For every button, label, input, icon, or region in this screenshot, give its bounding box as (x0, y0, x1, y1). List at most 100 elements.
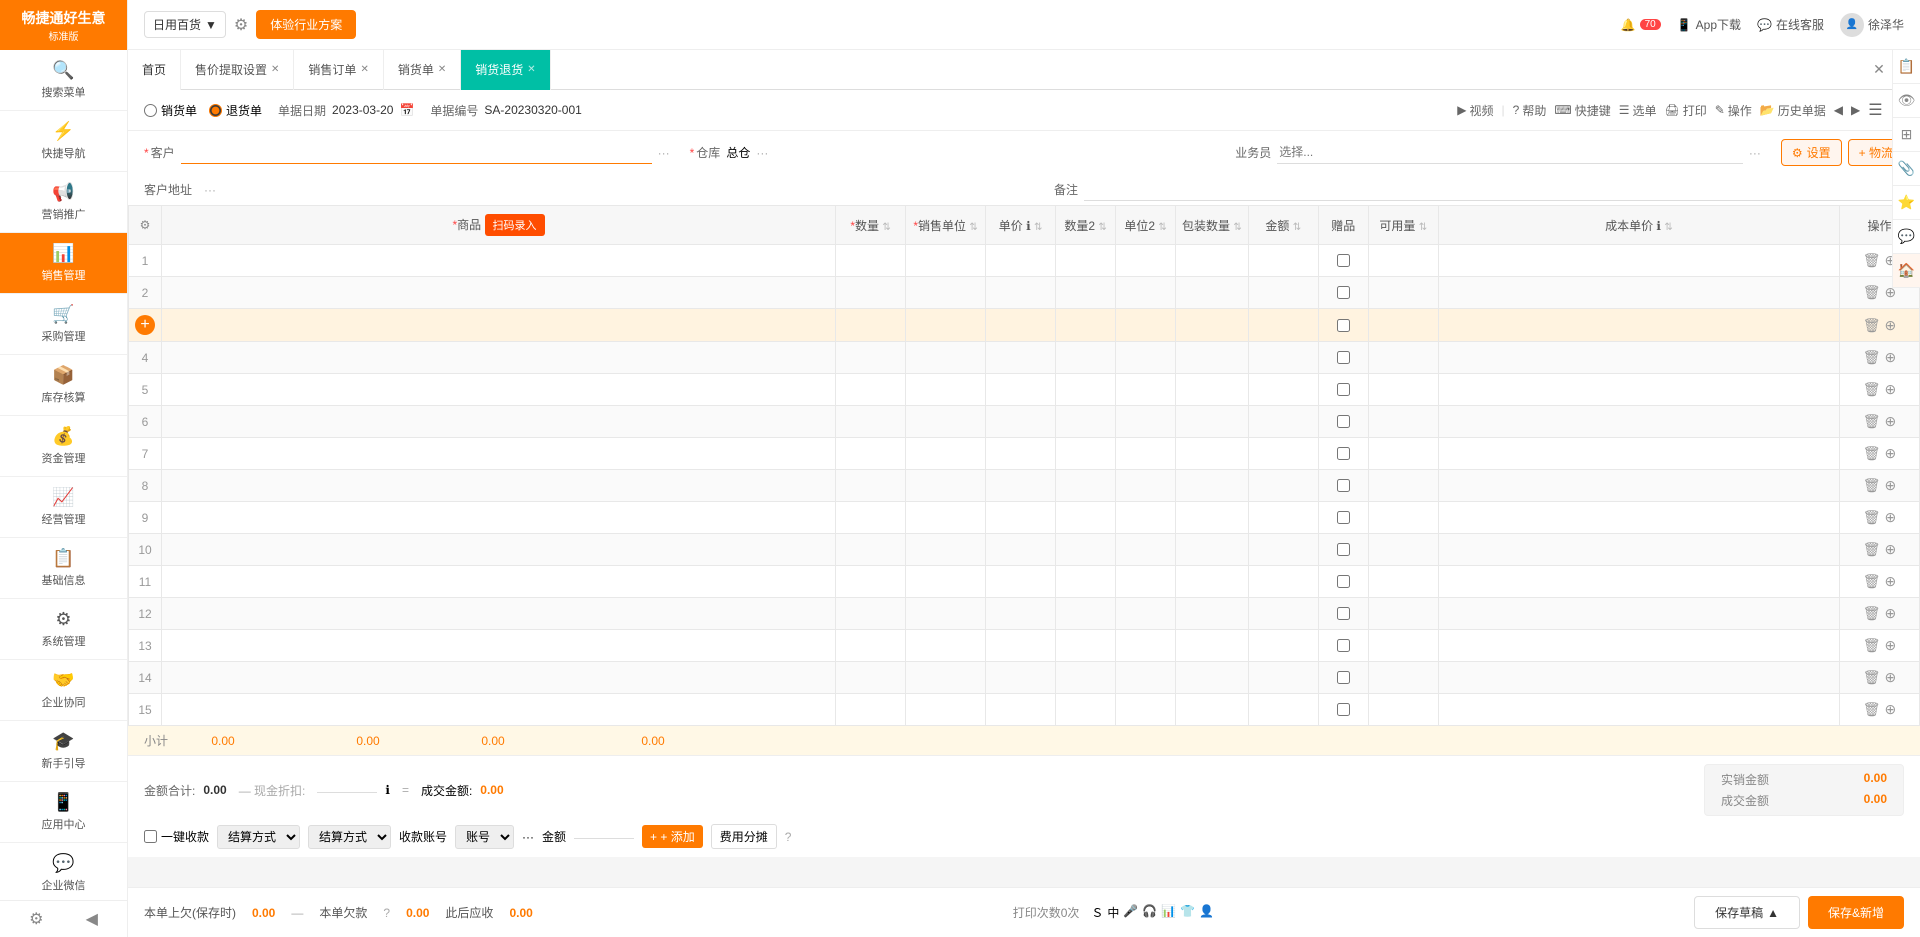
user-profile[interactable]: 👤 徐泽华 (1840, 13, 1904, 37)
copy-row-btn[interactable]: ⊕ (1885, 349, 1897, 366)
unit2-sort-icon[interactable]: ⇅ (1158, 222, 1166, 233)
qty2-cell[interactable] (1056, 245, 1116, 277)
available-cell[interactable] (1368, 245, 1438, 277)
gear-icon[interactable]: ⚙ (140, 218, 151, 232)
one-key-pay-input[interactable] (144, 830, 157, 843)
qty-cell[interactable] (836, 470, 906, 502)
sidebar-item-marketing[interactable]: 📢 营销推广 (0, 172, 127, 233)
gift-checkbox[interactable] (1337, 351, 1350, 364)
copy-row-btn[interactable]: ⊕ (1885, 477, 1897, 494)
delete-row-btn[interactable]: 🗑 (1863, 381, 1881, 398)
product-cell[interactable] (162, 694, 836, 726)
unit2-cell[interactable] (1116, 245, 1176, 277)
delete-row-btn[interactable]: 🗑 (1863, 605, 1881, 622)
right-panel-icon-1[interactable]: 📋 (1893, 50, 1920, 84)
bank-account-select[interactable]: 账号 (455, 825, 514, 849)
gift-checkbox[interactable] (1337, 703, 1350, 716)
right-panel-icon-3[interactable]: ⊞ (1893, 118, 1920, 152)
qty2-cell[interactable] (1056, 662, 1116, 694)
tab-close-sales[interactable]: ✕ (438, 64, 446, 75)
print-action[interactable]: 🖨 打印 (1664, 102, 1706, 119)
right-panel-icon-2[interactable]: 👁 (1893, 84, 1920, 118)
operate-action[interactable]: ✎ 操作 (1715, 102, 1752, 119)
unit-price-cell[interactable] (986, 662, 1056, 694)
unit-price-cell[interactable] (986, 438, 1056, 470)
cost-price-cell[interactable] (1438, 694, 1839, 726)
qty-cell[interactable] (836, 630, 906, 662)
copy-row-btn[interactable]: ⊕ (1885, 381, 1897, 398)
sale-unit-cell[interactable] (906, 502, 986, 534)
unit-price-cell[interactable] (986, 534, 1056, 566)
unit-price-cell[interactable] (986, 406, 1056, 438)
product-cell[interactable] (162, 630, 836, 662)
radio-return-input[interactable] (209, 104, 222, 117)
qty-cell[interactable] (836, 245, 906, 277)
available-cell[interactable] (1368, 470, 1438, 502)
pack-qty-sort-icon[interactable]: ⇅ (1233, 222, 1241, 233)
available-cell[interactable] (1368, 630, 1438, 662)
gift-cell[interactable] (1318, 566, 1368, 598)
qty-cell[interactable] (836, 406, 906, 438)
delete-row-btn[interactable]: 🗑 (1863, 317, 1881, 334)
customer-select-btn[interactable]: ··· (658, 146, 670, 160)
qty2-cell[interactable] (1056, 630, 1116, 662)
right-panel-icon-7[interactable]: 🏠 (1893, 254, 1920, 288)
qty-cell[interactable] (836, 502, 906, 534)
settlement-select[interactable]: 结算方式 (217, 825, 300, 849)
qty2-sort-icon[interactable]: ⇅ (1098, 222, 1106, 233)
customer-input[interactable] (181, 141, 652, 164)
sidebar-item-operations[interactable]: 📈 经营管理 (0, 477, 127, 538)
qty2-cell[interactable] (1056, 470, 1116, 502)
radio-sale[interactable]: 销货单 (144, 102, 197, 119)
product-cell[interactable] (162, 470, 836, 502)
copy-row-btn[interactable]: ⊕ (1885, 637, 1897, 654)
unit2-cell[interactable] (1116, 662, 1176, 694)
tab-home[interactable]: 首页 (128, 50, 181, 90)
gift-cell[interactable] (1318, 277, 1368, 309)
gift-checkbox[interactable] (1337, 607, 1350, 620)
sidebar-item-quick-nav[interactable]: ⚡ 快捷导航 (0, 111, 127, 172)
qty2-cell[interactable] (1056, 438, 1116, 470)
help-action[interactable]: ? 帮助 (1513, 102, 1547, 119)
sale-unit-cell[interactable] (906, 277, 986, 309)
trial-button[interactable]: 体验行业方案 (256, 10, 356, 39)
collapse-footer-icon[interactable]: ◀ (86, 909, 98, 929)
unit-price-cell[interactable] (986, 277, 1056, 309)
pack-qty-cell[interactable] (1176, 534, 1249, 566)
copy-row-btn[interactable]: ⊕ (1885, 605, 1897, 622)
sale-unit-cell[interactable] (906, 406, 986, 438)
copy-row-btn[interactable]: ⊕ (1885, 573, 1897, 590)
delete-row-btn[interactable]: 🗑 (1863, 413, 1881, 430)
amount-cell[interactable] (1248, 502, 1318, 534)
pack-qty-cell[interactable] (1176, 662, 1249, 694)
qty2-cell[interactable] (1056, 566, 1116, 598)
gift-cell[interactable] (1318, 630, 1368, 662)
unit-price-sort-icon[interactable]: ⇅ (1034, 222, 1042, 233)
sale-unit-cell[interactable] (906, 534, 986, 566)
gift-cell[interactable] (1318, 534, 1368, 566)
product-cell[interactable] (162, 277, 836, 309)
one-key-pay-checkbox[interactable]: 一键收款 (144, 828, 209, 845)
qty2-cell[interactable] (1056, 374, 1116, 406)
unit2-cell[interactable] (1116, 502, 1176, 534)
product-input[interactable] (168, 318, 829, 332)
available-cell[interactable] (1368, 502, 1438, 534)
save-draft-button[interactable]: 保存草稿 ▲ (1694, 896, 1800, 929)
unit-price-cell[interactable] (986, 245, 1056, 277)
cost-price-cell[interactable] (1438, 534, 1839, 566)
amount-cell[interactable] (1248, 342, 1318, 374)
sidebar-item-enterprise[interactable]: 🤝 企业协同 (0, 660, 127, 721)
cost-price-cell[interactable] (1438, 277, 1839, 309)
fee-help-icon[interactable]: ? (785, 830, 792, 844)
qty-cell[interactable] (836, 694, 906, 726)
salesperson-select-btn[interactable]: ··· (1749, 146, 1761, 160)
right-panel-icon-6[interactable]: 💬 (1893, 220, 1920, 254)
cost-price-cell[interactable] (1438, 598, 1839, 630)
radio-return[interactable]: 退货单 (209, 102, 262, 119)
gift-checkbox[interactable] (1337, 254, 1350, 267)
available-cell[interactable] (1368, 406, 1438, 438)
delete-row-btn[interactable]: 🗑 (1863, 252, 1881, 269)
available-cell[interactable] (1368, 277, 1438, 309)
unit-price-cell[interactable] (986, 470, 1056, 502)
delete-row-btn[interactable]: 🗑 (1863, 541, 1881, 558)
